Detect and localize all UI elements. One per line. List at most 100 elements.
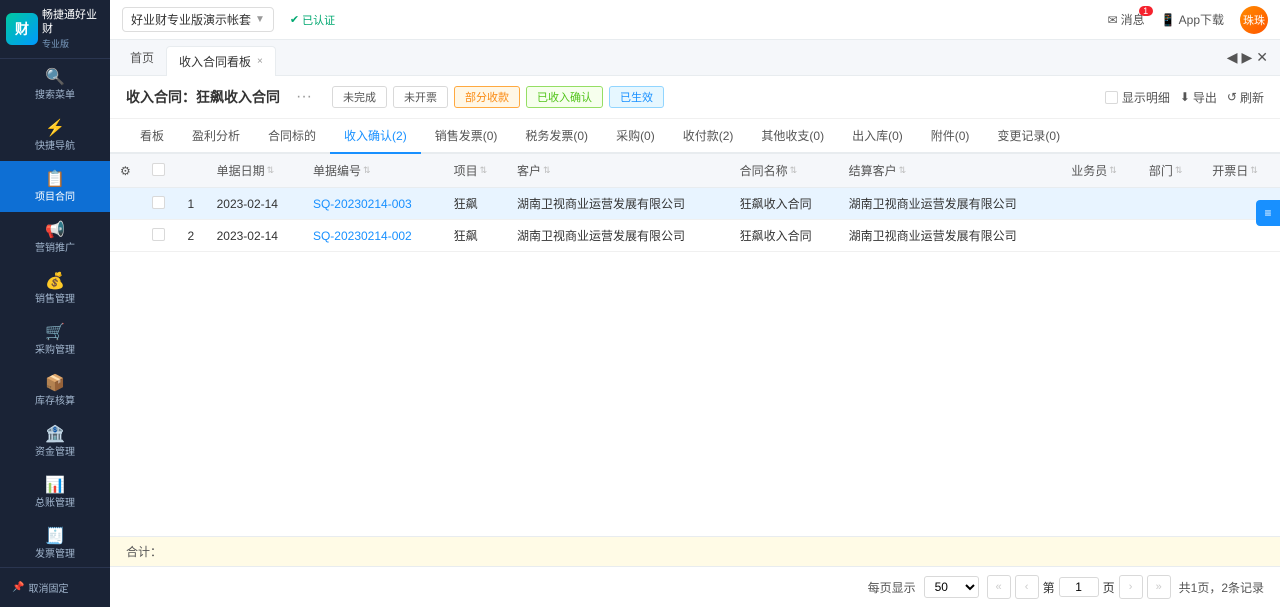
row-billing-customer: 湖南卫视商业运营发展有限公司 xyxy=(839,188,1062,220)
nav-label-quick-nav: 快捷导航 xyxy=(35,141,75,153)
unpin-button[interactable]: 📌 取消固定 xyxy=(8,576,102,599)
last-page-button[interactable]: » xyxy=(1147,575,1171,599)
page-number-input[interactable] xyxy=(1059,577,1099,597)
page-size-select[interactable]: 2050100 xyxy=(924,576,979,598)
row-contract-name: 狂飙收入合同 xyxy=(730,188,839,220)
row-num: 2 xyxy=(175,220,207,252)
table-container[interactable]: ⚙ 单据日期 ⇅ 单据编号 ⇅ xyxy=(110,154,1280,536)
tab-prev-button[interactable]: ◀ xyxy=(1227,49,1238,66)
doc-no-link[interactable]: SQ-20230214-002 xyxy=(313,229,412,243)
message-badge: 1 xyxy=(1139,6,1153,16)
th-contract-name: 合同名称 ⇅ xyxy=(730,154,839,188)
sub-tab-4[interactable]: 销售发票(0) xyxy=(421,119,512,154)
verified-text: 已认证 xyxy=(302,12,335,28)
sidebar-item-purchase[interactable]: 🛒 采购管理 xyxy=(0,314,110,365)
header-right-actions: 显示明细 ⬇ 导出 ↺ 刷新 xyxy=(1105,89,1264,106)
th-checkbox xyxy=(142,154,175,188)
app-download-label: App下载 xyxy=(1179,11,1224,28)
show-detail-toggle[interactable]: 显示明细 xyxy=(1105,89,1170,106)
pin-icon: 📌 xyxy=(12,582,24,593)
sub-tab-9[interactable]: 出入库(0) xyxy=(838,119,917,154)
sub-tab-5[interactable]: 税务发票(0) xyxy=(511,119,602,154)
app-download-button[interactable]: 📱 App下载 xyxy=(1161,11,1224,28)
nav-icon-invoice: 🧾 xyxy=(45,526,65,546)
message-button[interactable]: ✉ 消息 1 xyxy=(1108,11,1145,28)
status-not-completed[interactable]: 未完成 xyxy=(332,86,387,108)
sub-tab-0[interactable]: 看板 xyxy=(126,119,178,154)
sub-tab-11[interactable]: 变更记录(0) xyxy=(983,119,1074,154)
status-active[interactable]: 已生效 xyxy=(609,86,664,108)
sidebar-item-project[interactable]: 📋 项目合同 xyxy=(0,161,110,212)
th-department: 部门 ⇅ xyxy=(1139,154,1202,188)
company-selector[interactable]: 好业财专业版演示帐套 ▼ xyxy=(122,7,274,32)
sidebar-item-inventory[interactable]: 📦 库存核算 xyxy=(0,365,110,416)
th-settings[interactable]: ⚙ xyxy=(110,154,142,188)
doc-no-link[interactable]: SQ-20230214-003 xyxy=(313,197,412,211)
refresh-button[interactable]: ↺ 刷新 xyxy=(1227,89,1264,106)
th-billing-customer: 结算客户 ⇅ xyxy=(839,154,1062,188)
sidebar-item-quick-nav[interactable]: ⚡ 快捷导航 xyxy=(0,110,110,161)
sub-tab-10[interactable]: 附件(0) xyxy=(917,119,984,154)
row-project: 狂飙 xyxy=(444,220,507,252)
row-customer: 湖南卫视商业运营发展有限公司 xyxy=(507,188,730,220)
sub-tab-1[interactable]: 盈利分析 xyxy=(178,119,254,154)
tab-close-button[interactable]: × xyxy=(257,56,263,67)
page-size-label: 每页显示 xyxy=(868,579,916,596)
nav-label-sales: 销售管理 xyxy=(35,294,75,306)
sort-dept[interactable]: ⇅ xyxy=(1175,165,1183,176)
export-button[interactable]: ⬇ 导出 xyxy=(1180,89,1217,106)
status-buttons: 未完成 未开票 部分收款 已收入确认 已生效 xyxy=(332,86,664,108)
show-detail-checkbox[interactable] xyxy=(1105,91,1118,104)
tab-close-all-button[interactable]: ✕ xyxy=(1256,49,1268,66)
tab-next-button[interactable]: ▶ xyxy=(1241,49,1252,66)
select-all-checkbox[interactable] xyxy=(152,163,165,176)
row-department xyxy=(1139,220,1202,252)
nav-icon-finance: 🏦 xyxy=(45,424,65,444)
sort-billing[interactable]: ⇅ xyxy=(899,165,907,176)
sort-doc-no[interactable]: ⇅ xyxy=(363,165,371,176)
row-department xyxy=(1139,188,1202,220)
sub-tab-6[interactable]: 采购(0) xyxy=(602,119,669,154)
status-partial-payment[interactable]: 部分收款 xyxy=(454,86,520,108)
th-salesperson: 业务员 ⇅ xyxy=(1061,154,1139,188)
row-checkbox[interactable] xyxy=(142,188,175,220)
sort-project[interactable]: ⇅ xyxy=(480,165,488,176)
sidebar-item-finance[interactable]: 🏦 资金管理 xyxy=(0,416,110,467)
user-avatar[interactable]: 珠珠 xyxy=(1240,6,1268,34)
sub-tab-3[interactable]: 收入确认(2) xyxy=(330,119,421,154)
tab-active-label: 收入合同看板 xyxy=(179,53,251,70)
sidebar-item-sales[interactable]: 💰 销售管理 xyxy=(0,263,110,314)
table-row[interactable]: 2 2023-02-14 SQ-20230214-002 狂飙 湖南卫视商业运营… xyxy=(110,220,1280,252)
sort-date[interactable]: ⇅ xyxy=(267,165,275,176)
sort-customer[interactable]: ⇅ xyxy=(543,165,551,176)
sidebar-item-invoice[interactable]: 🧾 发票管理 xyxy=(0,518,110,567)
prev-page-button[interactable]: ‹ xyxy=(1015,575,1039,599)
sort-sales[interactable]: ⇅ xyxy=(1109,165,1117,176)
next-page-button[interactable]: › xyxy=(1119,575,1143,599)
sidebar-item-search[interactable]: 🔍 搜索菜单 xyxy=(0,59,110,110)
status-not-invoiced[interactable]: 未开票 xyxy=(393,86,448,108)
contract-title: 收入合同：狂飙收入合同 xyxy=(126,87,280,107)
sub-tab-2[interactable]: 合同标的 xyxy=(254,119,330,154)
status-income-confirmed[interactable]: 已收入确认 xyxy=(526,86,603,108)
nav-label-general: 总账管理 xyxy=(35,498,75,510)
topbar: 好业财专业版演示帐套 ▼ ✔ 已认证 ✉ 消息 1 📱 App下载 珠珠 xyxy=(110,0,1280,40)
tab-home[interactable]: 首页 xyxy=(122,45,162,70)
sub-tab-7[interactable]: 收付款(2) xyxy=(669,119,748,154)
sidebar-item-general[interactable]: 📊 总账管理 xyxy=(0,467,110,518)
tab-contract-board[interactable]: 收入合同看板 × xyxy=(166,46,276,76)
first-page-button[interactable]: « xyxy=(987,575,1011,599)
more-button[interactable]: ··· xyxy=(296,88,312,106)
nav-label-inventory: 库存核算 xyxy=(35,396,75,408)
sort-invoice-date[interactable]: ⇅ xyxy=(1250,165,1258,176)
row-checkbox[interactable] xyxy=(142,220,175,252)
right-float-panel[interactable]: ≡ xyxy=(1256,200,1280,226)
row-salesperson xyxy=(1061,220,1139,252)
sub-tab-8[interactable]: 其他收支(0) xyxy=(747,119,838,154)
verified-check-icon: ✔ xyxy=(290,13,299,26)
sidebar-item-marketing[interactable]: 📢 营销推广 xyxy=(0,212,110,263)
logo-icon: 财 xyxy=(6,13,38,45)
sort-contract[interactable]: ⇅ xyxy=(790,165,798,176)
th-row-num xyxy=(175,154,207,188)
table-row[interactable]: 1 2023-02-14 SQ-20230214-003 狂飙 湖南卫视商业运营… xyxy=(110,188,1280,220)
